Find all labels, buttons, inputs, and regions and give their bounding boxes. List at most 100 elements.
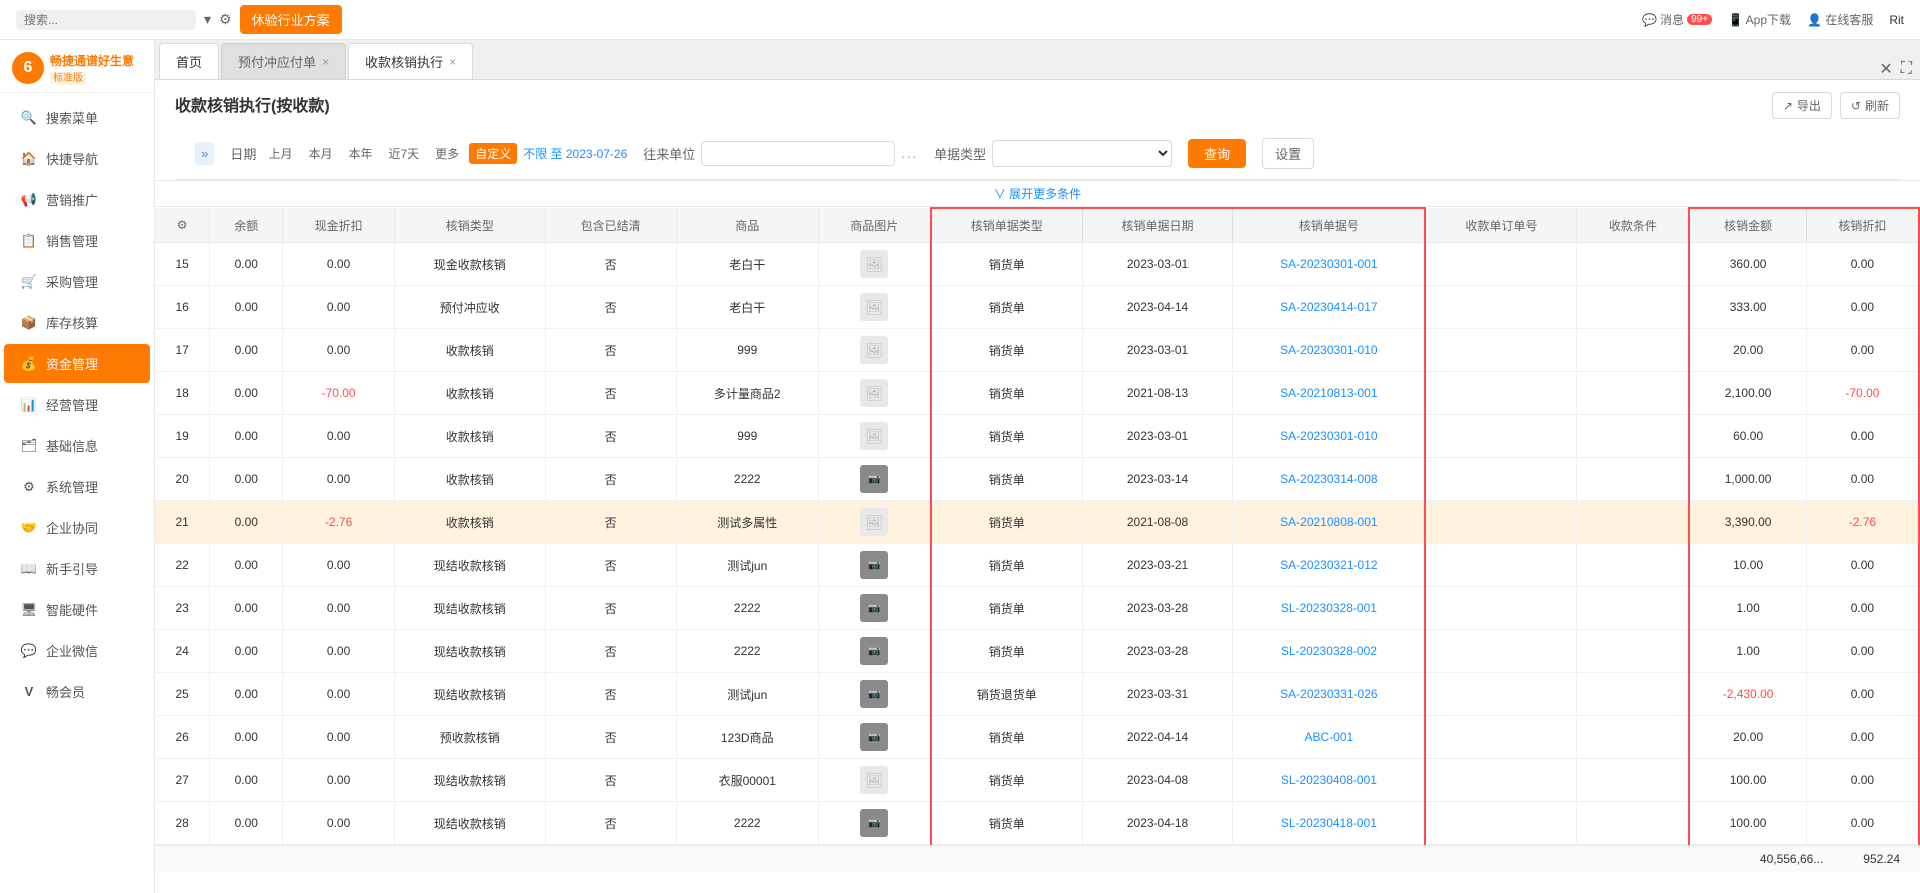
cell-included: 否 (545, 802, 676, 845)
expand-more-bar[interactable]: ∨ 展开更多条件 (155, 181, 1920, 207)
voucher-no-link[interactable]: SL-20230408-001 (1281, 773, 1377, 787)
cell-receipt-cond (1577, 329, 1690, 372)
sidebar-item-operations[interactable]: 📊 经营管理 (4, 385, 150, 424)
cell-voucher-no[interactable]: SA-20230331-026 (1233, 673, 1426, 716)
sidebar-item-marketing[interactable]: 📢 营销推广 (4, 180, 150, 219)
cell-voucher-no[interactable]: SL-20230328-001 (1233, 587, 1426, 630)
voucher-no-link[interactable]: SA-20210813-001 (1280, 386, 1377, 400)
voucher-no-link[interactable]: SL-20230418-001 (1281, 816, 1377, 830)
sidebar-item-guide[interactable]: 📖 新手引导 (4, 549, 150, 588)
voucher-no-link[interactable]: SA-20230414-017 (1280, 300, 1377, 314)
cell-voucher-date: 2021-08-13 (1082, 372, 1233, 415)
cell-goods-img: 📷 (818, 716, 931, 759)
voucher-no-link[interactable]: SA-20230321-012 (1280, 558, 1377, 572)
cell-goods-img: 📷 (818, 587, 931, 630)
settings-button[interactable]: 设置 (1262, 138, 1314, 169)
cell-voucher-no[interactable]: SA-20230301-010 (1233, 329, 1426, 372)
cell-voucher-no[interactable]: SA-20230301-010 (1233, 415, 1426, 458)
voucher-no-link[interactable]: SL-20230328-001 (1281, 601, 1377, 615)
cell-voucher-type: 销货退货单 (931, 673, 1082, 716)
sidebar-item-vip[interactable]: V 畅会员 (4, 672, 150, 711)
th-settings[interactable]: ⚙ (155, 208, 210, 243)
voucher-no-link[interactable]: SA-20230301-010 (1280, 429, 1377, 443)
voucher-no-link[interactable]: SA-20230331-026 (1280, 687, 1377, 701)
voucher-no-link[interactable]: SA-20230301-001 (1280, 257, 1377, 271)
online-service[interactable]: 👤 在线客服 (1807, 11, 1873, 28)
date-opt-more[interactable]: 更多 (429, 143, 465, 164)
tab-prepay[interactable]: 预付冲应付单 × (221, 43, 346, 79)
goods-img-photo: 📷 (860, 723, 888, 751)
tab-prepay-close[interactable]: × (322, 55, 329, 69)
tab-home[interactable]: 首页 (159, 43, 219, 79)
app-download[interactable]: 📱 App下载 (1728, 11, 1791, 28)
cell-voucher-no[interactable]: ABC-001 (1233, 716, 1426, 759)
from-unit-input[interactable] (701, 141, 895, 166)
cell-voucher-no[interactable]: SA-20210813-001 (1233, 372, 1426, 415)
industry-btn[interactable]: 休验行业方案 (240, 5, 342, 34)
cell-voucher-type: 销货单 (931, 630, 1082, 673)
date-opt-this-month[interactable]: 本月 (302, 143, 338, 164)
cell-receipt-order (1425, 544, 1576, 587)
sidebar-item-capital[interactable]: 💰 资金管理 (4, 344, 150, 383)
dropdown-arrow-icon[interactable]: ▾ (204, 11, 211, 28)
tab-receipt[interactable]: 收款核销执行 × (348, 43, 473, 79)
cell-voucher-no[interactable]: SA-20230301-001 (1233, 243, 1426, 286)
voucher-type-select[interactable] (992, 140, 1172, 167)
query-button[interactable]: 查询 (1188, 139, 1246, 168)
messages-area[interactable]: 💬 消息 99+ (1642, 11, 1712, 28)
voucher-no-link[interactable]: SL-20230328-002 (1281, 644, 1377, 658)
cell-cash-discount: 0.00 (283, 716, 395, 759)
sidebar-item-system[interactable]: ⚙ 系统管理 (4, 467, 150, 506)
sidebar-item-purchase[interactable]: 🛒 采购管理 (4, 262, 150, 301)
tab-expand-icon[interactable]: ⛶ (1901, 60, 1912, 78)
voucher-no-link[interactable]: ABC-001 (1305, 730, 1354, 744)
sidebar-item-shortcut[interactable]: 🏠 快捷导航 (4, 139, 150, 178)
voucher-no-link[interactable]: SA-20210808-001 (1280, 515, 1377, 529)
voucher-no-link[interactable]: SA-20230314-008 (1280, 472, 1377, 486)
sidebar-item-sales[interactable]: 📋 销售管理 (4, 221, 150, 260)
cell-included: 否 (545, 501, 676, 544)
cell-voucher-date: 2023-03-14 (1082, 458, 1233, 501)
search-input[interactable] (16, 10, 196, 30)
cell-goods: 999 (676, 329, 818, 372)
refresh-button[interactable]: ↺ 刷新 (1840, 92, 1900, 119)
cell-type: 收款核销 (394, 372, 545, 415)
cell-voucher-no[interactable]: SL-20230418-001 (1233, 802, 1426, 845)
tab-close-all-icon[interactable]: ✕ (1879, 59, 1892, 79)
cell-goods-img: 📷 (818, 802, 931, 845)
date-opt-custom[interactable]: 自定义 (469, 143, 517, 164)
cell-cash-discount: 0.00 (283, 329, 395, 372)
cell-goods-img: 🖼 (818, 329, 931, 372)
gear-icon[interactable]: ⚙ (219, 11, 232, 28)
filter-dots: ... (901, 146, 918, 161)
cell-included: 否 (545, 372, 676, 415)
sidebar-item-wechat[interactable]: 💬 企业微信 (4, 631, 150, 670)
date-opt-this-year[interactable]: 本年 (342, 143, 378, 164)
date-opt-last-month[interactable]: 上月 (262, 143, 298, 164)
sidebar-item-enterprise[interactable]: 🤝 企业协同 (4, 508, 150, 547)
date-opt-7days[interactable]: 近7天 (382, 143, 425, 164)
sidebar-item-hardware[interactable]: 🖥 智能硬件 (4, 590, 150, 629)
sidebar-item-inventory[interactable]: 📦 库存核算 (4, 303, 150, 342)
cell-receipt-cond (1577, 372, 1690, 415)
home-icon: 🏠 (20, 151, 38, 167)
cell-receipt-order (1425, 415, 1576, 458)
cell-voucher-no[interactable]: SA-20230314-008 (1233, 458, 1426, 501)
sidebar-item-basic[interactable]: 🗂 基础信息 (4, 426, 150, 465)
cell-voucher-no[interactable]: SA-20230321-012 (1233, 544, 1426, 587)
cell-voucher-no[interactable]: SA-20210808-001 (1233, 501, 1426, 544)
cell-voucher-no[interactable]: SL-20230328-002 (1233, 630, 1426, 673)
goods-img-blank: 🖼 (860, 336, 888, 364)
table-row: 24 0.00 0.00 现结收款核销 否 2222 📷 销货单 2023-03… (155, 630, 1919, 673)
cell-receipt-cond (1577, 802, 1690, 845)
voucher-no-link[interactable]: SA-20230301-010 (1280, 343, 1377, 357)
sidebar-item-search[interactable]: 🔍 搜索菜单 (4, 98, 150, 137)
tab-home-label: 首页 (176, 52, 202, 71)
export-button[interactable]: ↗ 导出 (1772, 92, 1832, 119)
cell-amount: 20.00 (1689, 716, 1806, 759)
cell-voucher-no[interactable]: SA-20230414-017 (1233, 286, 1426, 329)
cell-goods-img: 🖼 (818, 243, 931, 286)
filter-expand-btn[interactable]: » (195, 142, 214, 165)
cell-voucher-no[interactable]: SL-20230408-001 (1233, 759, 1426, 802)
tab-receipt-close[interactable]: × (449, 55, 456, 69)
